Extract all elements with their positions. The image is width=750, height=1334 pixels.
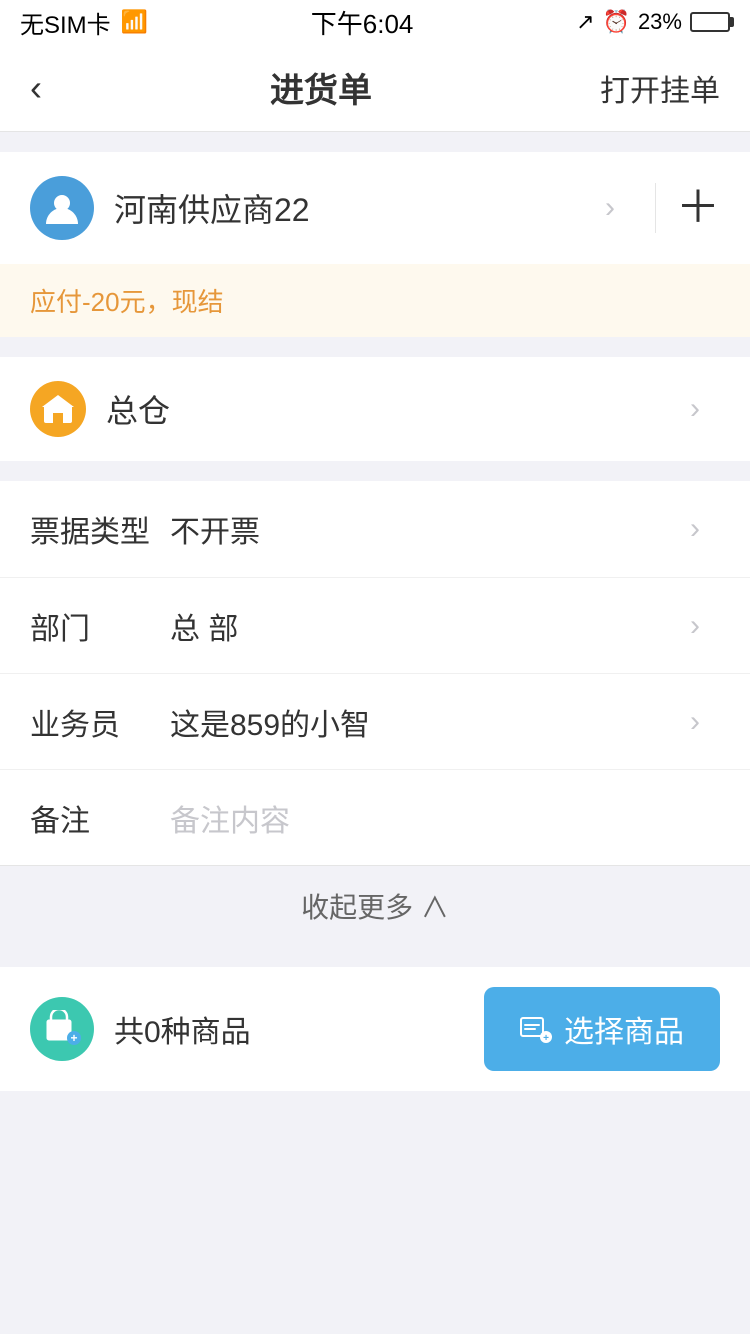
nav-bar: ‹ 进货单 打开挂单 (0, 44, 750, 132)
collapse-button[interactable]: 收起更多 ∧ (0, 865, 750, 945)
invoice-row[interactable]: 票据类型 不开票 › (0, 481, 750, 577)
alarm-icon: ⏰ (603, 9, 630, 35)
product-icon: + (43, 1010, 81, 1048)
carrier-label: 无SIM卡 (20, 5, 111, 40)
select-product-icon: + (520, 1015, 552, 1043)
supplier-section: 河南供应商22 › ＋ 应付-20元，现结 (0, 152, 750, 337)
remark-label: 备注 (30, 796, 150, 840)
section-gap-1 (0, 132, 750, 152)
supplier-name: 河南供应商22 (114, 185, 605, 231)
invoice-label: 票据类型 (30, 507, 150, 551)
warehouse-section: 总仓 › (0, 357, 750, 461)
warehouse-icon-wrap (30, 381, 86, 437)
product-icon-wrap: + (30, 997, 94, 1061)
page-title: 进货单 (270, 63, 372, 112)
section-gap-2 (0, 337, 750, 357)
notice-text: 应付-20元，现结 (30, 287, 224, 317)
salesman-value: 这是859的小智 (150, 700, 690, 744)
select-product-button[interactable]: + 选择商品 (484, 987, 720, 1071)
dept-value: 总 部 (150, 604, 690, 648)
collapse-label: 收起更多 ∧ (301, 886, 449, 926)
invoice-chevron-icon: › (690, 512, 700, 546)
open-pending-button[interactable]: 打开挂单 (600, 66, 720, 110)
wifi-icon: 📶 (121, 9, 148, 35)
dept-label: 部门 (30, 604, 150, 648)
add-supplier-button[interactable]: ＋ (676, 186, 720, 230)
salesman-chevron-icon: › (690, 705, 700, 739)
warehouse-chevron-icon: › (690, 392, 700, 426)
dept-row[interactable]: 部门 总 部 › (0, 577, 750, 673)
time-label: 下午6:04 (311, 4, 414, 41)
svg-text:+: + (543, 1033, 549, 1043)
battery-pct-label: 23% (638, 9, 682, 35)
notice-banner: 应付-20元，现结 (0, 264, 750, 337)
remark-row[interactable]: 备注 备注内容 (0, 769, 750, 865)
location-icon: ↗ (576, 9, 594, 35)
divider (655, 183, 656, 233)
warehouse-name: 总仓 (106, 386, 690, 432)
svg-text:+: + (70, 1031, 77, 1045)
salesman-label: 业务员 (30, 700, 150, 744)
battery-icon (690, 12, 730, 32)
form-section: 票据类型 不开票 › 部门 总 部 › 业务员 这是859的小智 › 备注 备注… (0, 481, 750, 945)
status-left: 无SIM卡 📶 (20, 5, 148, 40)
remark-input[interactable]: 备注内容 (150, 796, 720, 840)
dept-chevron-icon: › (690, 609, 700, 643)
section-gap-4 (0, 945, 750, 965)
supplier-row[interactable]: 河南供应商22 › ＋ (0, 152, 750, 264)
select-product-label: 选择商品 (564, 1007, 684, 1051)
warehouse-row[interactable]: 总仓 › (0, 357, 750, 461)
section-gap-3 (0, 461, 750, 481)
product-count-label: 共0种商品 (114, 1007, 484, 1051)
avatar (30, 176, 94, 240)
status-bar: 无SIM卡 📶 下午6:04 ↗ ⏰ 23% (0, 0, 750, 44)
warehouse-icon (40, 391, 76, 427)
invoice-value: 不开票 (150, 507, 690, 551)
status-right: ↗ ⏰ 23% (576, 9, 730, 35)
person-icon (42, 188, 82, 228)
back-button[interactable]: ‹ (30, 67, 42, 109)
supplier-chevron-icon: › (605, 191, 615, 225)
product-bar: + 共0种商品 + 选择商品 (0, 967, 750, 1091)
salesman-row[interactable]: 业务员 这是859的小智 › (0, 673, 750, 769)
